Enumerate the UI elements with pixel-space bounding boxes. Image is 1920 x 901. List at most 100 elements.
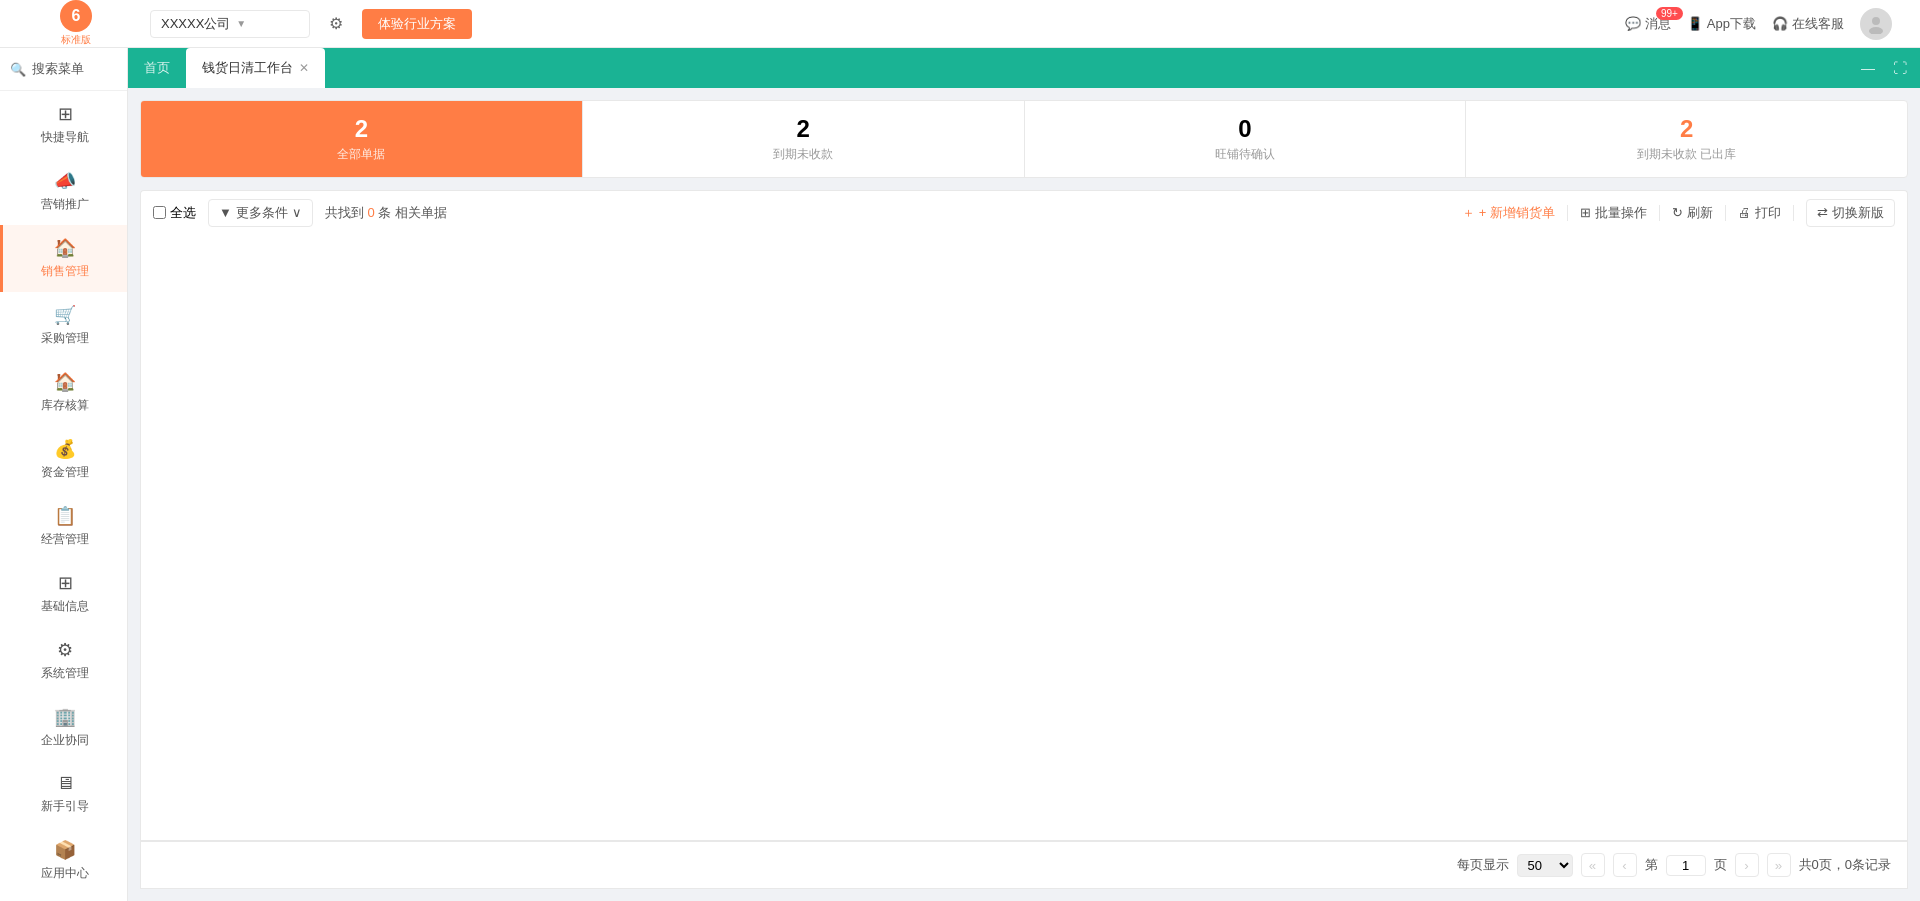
sidebar-label-enterprise: 企业协同 bbox=[41, 732, 89, 749]
app-download-button[interactable]: 📱 App下载 bbox=[1687, 15, 1756, 33]
sidebar-item-purchase[interactable]: 🛒 采购管理 bbox=[0, 292, 127, 359]
last-page-button[interactable]: » bbox=[1767, 853, 1791, 877]
tab-cashflow[interactable]: 钱货日清工作台 ✕ bbox=[186, 48, 325, 88]
count-unit: 条 bbox=[378, 205, 391, 220]
select-all-input[interactable] bbox=[153, 206, 166, 219]
sidebar-item-app-center[interactable]: 📦 应用中心 bbox=[0, 827, 127, 894]
first-page-button[interactable]: « bbox=[1581, 853, 1605, 877]
logo-subtext: 标准版 bbox=[61, 33, 91, 47]
online-service-button[interactable]: 🎧 在线客服 bbox=[1772, 15, 1844, 33]
stat-num-all: 2 bbox=[161, 115, 562, 144]
main: 首页 钱货日清工作台 ✕ — ⛶ 2 全部单据 2 到期未收款 bbox=[128, 48, 1920, 901]
content: 2 全部单据 2 到期未收款 0 旺铺待确认 2 到期未收款 已出库 bbox=[128, 88, 1920, 901]
sidebar: 🔍 搜索菜单 ⊞ 快捷导航 📣 营销推广 🏠 销售管理 🛒 采购管理 🏠 库存核… bbox=[0, 48, 128, 901]
print-button[interactable]: 🖨 打印 bbox=[1738, 204, 1781, 222]
operation-icon: 📋 bbox=[54, 505, 76, 527]
settings-button[interactable]: ⚙ bbox=[320, 8, 352, 40]
stat-card-shipped[interactable]: 2 到期未收款 已出库 bbox=[1466, 101, 1907, 177]
sidebar-label-purchase: 采购管理 bbox=[41, 330, 89, 347]
sidebar-item-marketing[interactable]: 📣 营销推广 bbox=[0, 158, 127, 225]
tabs-controls: — ⛶ bbox=[1856, 56, 1920, 80]
divider-3 bbox=[1725, 205, 1726, 221]
guide-icon: 🖥 bbox=[56, 773, 74, 794]
add-icon: ＋ bbox=[1462, 204, 1475, 222]
switch-label: 切换新版 bbox=[1832, 204, 1884, 222]
sidebar-item-finance[interactable]: 💰 资金管理 bbox=[0, 426, 127, 493]
stat-label-shipped: 到期未收款 已出库 bbox=[1486, 146, 1887, 163]
inventory-icon: 🏠 bbox=[54, 371, 76, 393]
select-all-checkbox[interactable]: 全选 bbox=[153, 204, 196, 222]
sidebar-item-inventory[interactable]: 🏠 库存核算 bbox=[0, 359, 127, 426]
message-button[interactable]: 💬 消息 99+ bbox=[1625, 15, 1671, 33]
tab-minimize-button[interactable]: — bbox=[1856, 56, 1880, 80]
count-text: 共找到 0 条 相关单据 bbox=[325, 204, 447, 222]
select-all-label: 全选 bbox=[170, 204, 196, 222]
stat-card-pending[interactable]: 0 旺铺待确认 bbox=[1025, 101, 1467, 177]
search-label: 搜索菜单 bbox=[32, 60, 84, 78]
tab-cashflow-label: 钱货日清工作台 bbox=[202, 59, 293, 77]
tabs-bar: 首页 钱货日清工作台 ✕ — ⛶ bbox=[128, 48, 1920, 88]
sidebar-item-enterprise[interactable]: 🏢 企业协同 bbox=[0, 694, 127, 761]
page-input[interactable] bbox=[1666, 855, 1706, 876]
marketing-icon: 📣 bbox=[54, 170, 76, 192]
trial-button[interactable]: 体验行业方案 bbox=[362, 9, 472, 39]
sidebar-item-quick-nav[interactable]: ⊞ 快捷导航 bbox=[0, 91, 127, 158]
header-right: 💬 消息 99+ 📱 App下载 🎧 在线客服 bbox=[1625, 8, 1908, 40]
sidebar-label-basic-info: 基础信息 bbox=[41, 598, 89, 615]
app-label: App下载 bbox=[1707, 15, 1756, 33]
switch-icon: ⇄ bbox=[1817, 205, 1828, 220]
sidebar-item-wecom[interactable]: 💬 企业微信 bbox=[0, 894, 127, 901]
batch-op-button[interactable]: ⊞ 批量操作 bbox=[1580, 204, 1647, 222]
sidebar-label-marketing: 营销推广 bbox=[41, 196, 89, 213]
stat-num-pending: 0 bbox=[1045, 115, 1446, 144]
sidebar-item-basic-info[interactable]: ⊞ 基础信息 bbox=[0, 560, 127, 627]
enterprise-icon: 🏢 bbox=[54, 706, 76, 728]
system-icon: ⚙ bbox=[57, 639, 73, 661]
toolbar: 全选 ▼ 更多条件 ∨ 共找到 0 条 相关单据 bbox=[140, 190, 1908, 235]
sidebar-item-guide[interactable]: 🖥 新手引导 bbox=[0, 761, 127, 827]
sidebar-item-sales[interactable]: 🏠 销售管理 bbox=[0, 225, 127, 292]
basic-info-icon: ⊞ bbox=[58, 572, 73, 594]
next-page-button[interactable]: › bbox=[1735, 853, 1759, 877]
message-badge: 99+ bbox=[1656, 7, 1683, 20]
stat-cards: 2 全部单据 2 到期未收款 0 旺铺待确认 2 到期未收款 已出库 bbox=[140, 100, 1908, 178]
stat-num-overdue: 2 bbox=[603, 115, 1004, 144]
purchase-icon: 🛒 bbox=[54, 304, 76, 326]
filter-button[interactable]: ▼ 更多条件 ∨ bbox=[208, 199, 313, 227]
chevron-down-icon: ▼ bbox=[236, 18, 246, 29]
refresh-label: 刷新 bbox=[1687, 204, 1713, 222]
pagination-summary: 共0页，0条记录 bbox=[1799, 856, 1891, 874]
stat-label-all: 全部单据 bbox=[161, 146, 562, 163]
stat-label-overdue: 到期未收款 bbox=[603, 146, 1004, 163]
refresh-icon: ↻ bbox=[1672, 205, 1683, 220]
sidebar-label-finance: 资金管理 bbox=[41, 464, 89, 481]
company-selector[interactable]: XXXXX公司 ▼ bbox=[150, 10, 310, 38]
add-order-button[interactable]: ＋ + 新增销货单 bbox=[1462, 204, 1555, 222]
batch-label: 批量操作 bbox=[1595, 204, 1647, 222]
stat-card-overdue[interactable]: 2 到期未收款 bbox=[583, 101, 1025, 177]
sidebar-label-guide: 新手引导 bbox=[41, 798, 89, 815]
svg-point-0 bbox=[1872, 17, 1880, 25]
stat-card-all[interactable]: 2 全部单据 bbox=[141, 101, 583, 177]
message-icon: 💬 bbox=[1625, 16, 1641, 31]
svg-point-1 bbox=[1869, 27, 1883, 34]
stat-label-pending: 旺铺待确认 bbox=[1045, 146, 1446, 163]
prev-page-button[interactable]: ‹ bbox=[1613, 853, 1637, 877]
quick-nav-icon: ⊞ bbox=[58, 103, 73, 125]
tab-close-icon[interactable]: ✕ bbox=[299, 61, 309, 75]
divider-1 bbox=[1567, 205, 1568, 221]
service-icon: 🎧 bbox=[1772, 16, 1788, 31]
sidebar-item-operation[interactable]: 📋 经营管理 bbox=[0, 493, 127, 560]
per-page-select[interactable]: 50 100 bbox=[1517, 854, 1573, 877]
toolbar-left: 全选 ▼ 更多条件 ∨ 共找到 0 条 相关单据 bbox=[153, 199, 447, 227]
logo: 6 标准版 bbox=[12, 0, 140, 47]
count-prefix: 共找到 bbox=[325, 205, 364, 220]
sidebar-search[interactable]: 🔍 搜索菜单 bbox=[0, 48, 127, 91]
switch-version-button[interactable]: ⇄ 切换新版 bbox=[1806, 199, 1895, 227]
tab-home[interactable]: 首页 bbox=[128, 48, 186, 88]
tab-maximize-button[interactable]: ⛶ bbox=[1888, 56, 1912, 80]
refresh-button[interactable]: ↻ 刷新 bbox=[1672, 204, 1713, 222]
avatar[interactable] bbox=[1860, 8, 1892, 40]
sidebar-item-system[interactable]: ⚙ 系统管理 bbox=[0, 627, 127, 694]
tab-home-label: 首页 bbox=[144, 59, 170, 77]
